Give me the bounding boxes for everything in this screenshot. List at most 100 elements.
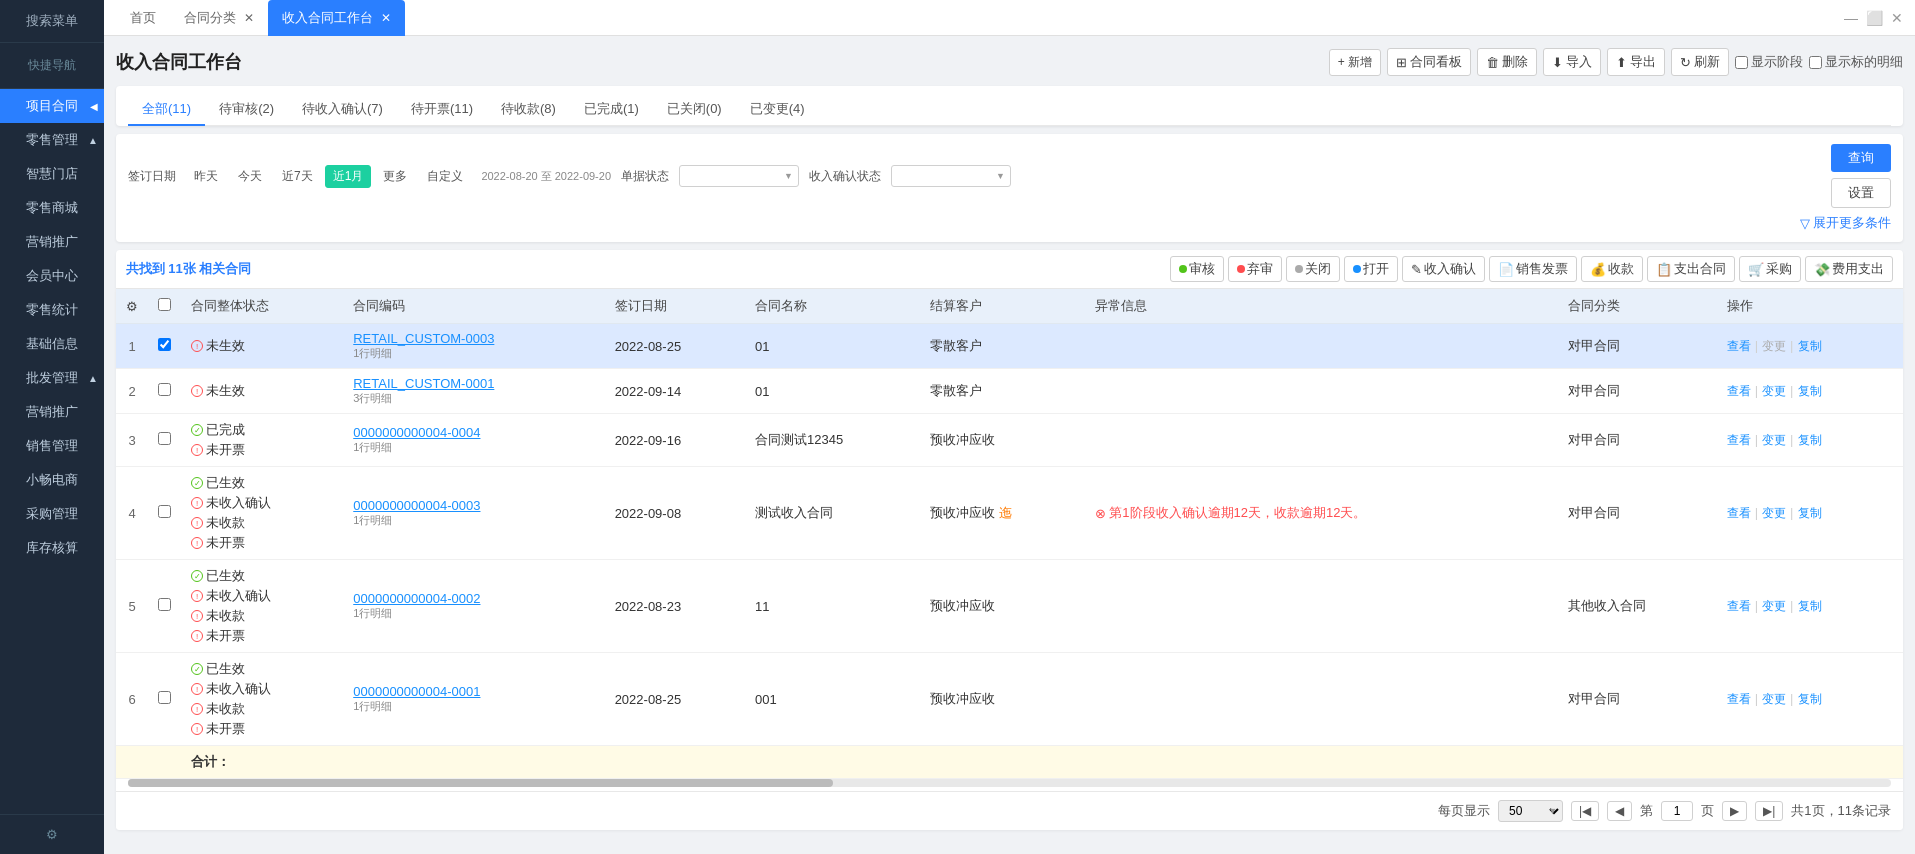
open-contract-btn[interactable]: 打开 <box>1344 256 1398 282</box>
row-checkbox[interactable] <box>158 598 171 611</box>
sidebar-item-ecommerce[interactable]: 小畅电商 <box>0 463 104 497</box>
date-btn-more[interactable]: 更多 <box>375 165 415 188</box>
date-btn-custom[interactable]: 自定义 <box>419 165 471 188</box>
show-detail-checkbox[interactable]: 显示标的明细 <box>1809 53 1903 71</box>
filter-tab-all[interactable]: 全部(11) <box>128 94 205 126</box>
filter-tab-completed[interactable]: 已完成(1) <box>570 94 653 126</box>
view-btn[interactable]: 查看 <box>1727 338 1751 355</box>
tab-contract-category[interactable]: 合同分类 ✕ <box>170 0 268 36</box>
set-btn[interactable]: 设置 <box>1831 178 1891 208</box>
filter-tab-pending-confirm[interactable]: 待收入确认(7) <box>288 94 397 126</box>
sidebar-item-sales-mgmt[interactable]: 销售管理 <box>0 429 104 463</box>
import-btn[interactable]: ⬇ 导入 <box>1543 48 1601 76</box>
sidebar-item-wholesale-mgmt[interactable]: 批发管理 ▲ <box>0 361 104 395</box>
sales-invoice-btn[interactable]: 📄 销售发票 <box>1489 256 1577 282</box>
pay-contract-btn[interactable]: 📋 支出合同 <box>1647 256 1735 282</box>
window-minimize-btn[interactable]: — <box>1844 10 1858 26</box>
tab-close-active-icon[interactable]: ✕ <box>381 0 391 36</box>
date-btn-1month[interactable]: 近1月 <box>325 165 372 188</box>
tab-close-icon[interactable]: ✕ <box>244 0 254 36</box>
delete-btn[interactable]: 🗑 删除 <box>1477 48 1537 76</box>
window-close-btn[interactable]: ✕ <box>1891 10 1903 26</box>
edit-btn[interactable]: 变更 <box>1762 505 1786 522</box>
purchase-btn[interactable]: 🛒 采购 <box>1739 256 1801 282</box>
copy-btn[interactable]: 复制 <box>1798 691 1822 708</box>
row-checkbox-cell[interactable] <box>148 560 181 653</box>
edit-btn[interactable]: 变更 <box>1762 383 1786 400</box>
sidebar-settings[interactable]: ⚙ <box>0 814 104 854</box>
kanban-btn[interactable]: ⊞ 合同看板 <box>1387 48 1471 76</box>
show-stage-checkbox[interactable]: 显示阶段 <box>1735 53 1803 71</box>
date-btn-yesterday[interactable]: 昨天 <box>186 165 226 188</box>
col-settings[interactable]: ⚙ <box>116 289 148 324</box>
copy-btn[interactable]: 复制 <box>1798 383 1822 400</box>
window-maximize-btn[interactable]: ⬜ <box>1866 10 1883 26</box>
filter-tab-changed[interactable]: 已变更(4) <box>736 94 819 126</box>
page-input[interactable] <box>1661 801 1693 821</box>
page-size-select[interactable]: 50 100 200 <box>1498 800 1563 822</box>
view-btn[interactable]: 查看 <box>1727 505 1751 522</box>
contract-link[interactable]: 0000000000004-0002 <box>353 591 480 606</box>
col-checkbox[interactable] <box>148 289 181 324</box>
view-btn[interactable]: 查看 <box>1727 691 1751 708</box>
row-checkbox[interactable] <box>158 505 171 518</box>
collect-btn[interactable]: 💰 收款 <box>1581 256 1643 282</box>
tab-home[interactable]: 首页 <box>116 0 170 36</box>
edit-btn[interactable]: 变更 <box>1762 598 1786 615</box>
expand-filter-btn[interactable]: ▽ 展开更多条件 <box>1800 214 1891 232</box>
sidebar-item-smart-store[interactable]: 智慧门店 <box>0 157 104 191</box>
row-checkbox[interactable] <box>158 432 171 445</box>
edit-btn[interactable]: 变更 <box>1762 338 1786 355</box>
sidebar-item-project-contract[interactable]: 项目合同 ◀ <box>0 89 104 123</box>
edit-btn[interactable]: 变更 <box>1762 432 1786 449</box>
recv-confirm-btn[interactable]: ✎ 收入确认 <box>1402 256 1485 282</box>
copy-btn[interactable]: 复制 <box>1798 505 1822 522</box>
contract-link[interactable]: 0000000000004-0004 <box>353 425 480 440</box>
row-checkbox[interactable] <box>158 338 171 351</box>
page-first-btn[interactable]: |◀ <box>1571 801 1599 821</box>
row-checkbox[interactable] <box>158 383 171 396</box>
filter-tab-pending-audit[interactable]: 待审核(2) <box>205 94 288 126</box>
view-btn[interactable]: 查看 <box>1727 598 1751 615</box>
copy-btn[interactable]: 复制 <box>1798 338 1822 355</box>
sidebar-item-retail-stats[interactable]: 零售统计 <box>0 293 104 327</box>
row-checkbox[interactable] <box>158 691 171 704</box>
expense-btn[interactable]: 💸 费用支出 <box>1805 256 1893 282</box>
sidebar-item-marketing2[interactable]: 营销推广 <box>0 395 104 429</box>
page-last-btn[interactable]: ▶| <box>1755 801 1783 821</box>
view-btn[interactable]: 查看 <box>1727 432 1751 449</box>
horizontal-scrollbar[interactable] <box>128 779 1891 787</box>
filter-tab-closed[interactable]: 已关闭(0) <box>653 94 736 126</box>
row-checkbox-cell[interactable] <box>148 467 181 560</box>
copy-btn[interactable]: 复制 <box>1798 432 1822 449</box>
query-btn[interactable]: 查询 <box>1831 144 1891 172</box>
contract-link[interactable]: RETAIL_CUSTOM-0001 <box>353 376 494 391</box>
view-btn[interactable]: 查看 <box>1727 383 1751 400</box>
doc-status-select[interactable] <box>679 165 799 187</box>
sidebar-item-marketing[interactable]: 营销推广 <box>0 225 104 259</box>
date-btn-7days[interactable]: 近7天 <box>274 165 321 188</box>
filter-tab-pending-invoice[interactable]: 待开票(11) <box>397 94 487 126</box>
page-next-btn[interactable]: ▶ <box>1722 801 1747 821</box>
tab-income-contract[interactable]: 收入合同工作台 ✕ <box>268 0 405 36</box>
row-checkbox-cell[interactable] <box>148 324 181 369</box>
sidebar-quick-nav[interactable]: 快捷导航 <box>0 43 104 89</box>
date-btn-today[interactable]: 今天 <box>230 165 270 188</box>
sidebar-item-inventory[interactable]: 库存核算 <box>0 531 104 565</box>
contract-link[interactable]: 0000000000004-0003 <box>353 498 480 513</box>
sidebar-item-retail-mgmt[interactable]: 零售管理 ▲ <box>0 123 104 157</box>
recv-confirm-select[interactable] <box>891 165 1011 187</box>
sidebar-item-basic-info[interactable]: 基础信息 <box>0 327 104 361</box>
sidebar-search[interactable]: 搜索菜单 <box>0 0 104 43</box>
export-btn[interactable]: ⬆ 导出 <box>1607 48 1665 76</box>
scrollbar-thumb[interactable] <box>128 779 833 787</box>
row-checkbox-cell[interactable] <box>148 414 181 467</box>
copy-btn[interactable]: 复制 <box>1798 598 1822 615</box>
edit-btn[interactable]: 变更 <box>1762 691 1786 708</box>
filter-tab-pending-collect[interactable]: 待收款(8) <box>487 94 570 126</box>
close-contract-btn[interactable]: 关闭 <box>1286 256 1340 282</box>
refresh-btn[interactable]: ↻ 刷新 <box>1671 48 1729 76</box>
sidebar-item-member-center[interactable]: 会员中心 <box>0 259 104 293</box>
show-stage-input[interactable] <box>1735 56 1748 69</box>
new-btn[interactable]: + 新增 <box>1329 49 1381 76</box>
